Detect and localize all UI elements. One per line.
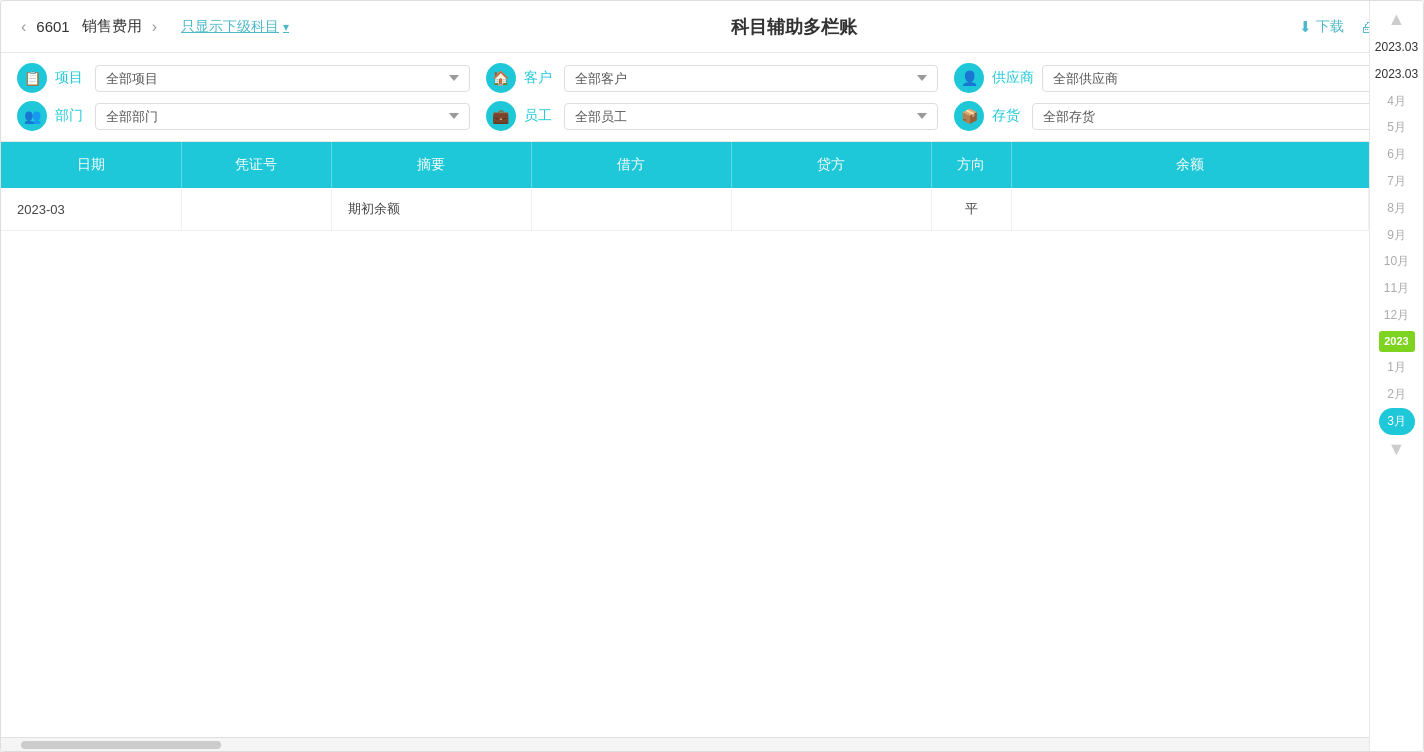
download-icon: ⬇	[1299, 18, 1312, 36]
supplier-icon: 👤	[954, 63, 984, 93]
account-name: 销售费用	[82, 17, 142, 36]
supplier-label: 供应商	[992, 69, 1034, 87]
timeline-month-8[interactable]: 8月	[1370, 195, 1423, 222]
timeline-month-7[interactable]: 7月	[1370, 168, 1423, 195]
timeline-month-6[interactable]: 6月	[1370, 141, 1423, 168]
timeline-month-5[interactable]: 5月	[1370, 114, 1423, 141]
inventory-icon: 📦	[954, 101, 984, 131]
page-title: 科目辅助多栏账	[289, 15, 1299, 39]
dept-select[interactable]: 全部部门	[95, 103, 470, 130]
download-button[interactable]: ⬇ 下载	[1299, 18, 1344, 36]
scroll-thumb[interactable]	[21, 741, 221, 749]
timeline-month-12[interactable]: 12月	[1370, 302, 1423, 329]
col-date: 日期	[1, 142, 181, 188]
horizontal-scrollbar[interactable]	[1, 737, 1369, 751]
timeline-sidebar: ▲ 2023.03 2023.03 4月 5月 6月 7月 8月 9月 10月 …	[1369, 1, 1423, 752]
customer-icon: 🏠	[486, 63, 516, 93]
employee-icon: 💼	[486, 101, 516, 131]
customer-label: 客户	[524, 69, 556, 87]
project-select[interactable]: 全部项目	[95, 65, 470, 92]
timeline-month-4[interactable]: 4月	[1370, 88, 1423, 115]
ledger-table: 日期 凭证号 摘要 借方 贷方 方向 余额 2023-03期初余额平	[1, 142, 1369, 231]
timeline-month-1[interactable]: 1月	[1370, 354, 1423, 381]
col-voucher: 凭证号	[181, 142, 331, 188]
timeline-down-button[interactable]: ▼	[1370, 435, 1423, 464]
filter-inventory: 📦 存货 全部存货	[954, 101, 1407, 131]
col-direction: 方向	[931, 142, 1011, 188]
col-debit: 借方	[531, 142, 731, 188]
timeline-month-3-active[interactable]: 3月	[1379, 408, 1415, 435]
nav-next-button[interactable]: ›	[148, 18, 161, 36]
show-sub-label: 只显示下级科目	[181, 18, 279, 36]
timeline-month-9[interactable]: 9月	[1370, 222, 1423, 249]
project-icon: 📋	[17, 63, 47, 93]
top-bar: ‹ 6601 销售费用 › 只显示下级科目 ▾ 科目辅助多栏账 ⬇ 下载 🖨 打…	[1, 1, 1423, 53]
timeline-up-button[interactable]: ▲	[1370, 5, 1423, 34]
project-label: 项目	[55, 69, 87, 87]
dept-icon: 👥	[17, 101, 47, 131]
timeline-month-2[interactable]: 2月	[1370, 381, 1423, 408]
filter-dept: 👥 部门 全部部门	[17, 101, 470, 131]
show-sub-button[interactable]: 只显示下级科目 ▾	[181, 18, 289, 36]
supplier-select[interactable]: 全部供应商	[1042, 65, 1407, 92]
dept-label: 部门	[55, 107, 87, 125]
filter-customer: 🏠 客户 全部客户	[486, 63, 939, 93]
col-balance: 余额	[1011, 142, 1369, 188]
timeline-period-1[interactable]: 2023.03	[1370, 34, 1423, 61]
main-window: ‹ 6601 销售费用 › 只显示下级科目 ▾ 科目辅助多栏账 ⬇ 下载 🖨 打…	[0, 0, 1424, 752]
table-wrapper: 日期 凭证号 摘要 借方 贷方 方向 余额 2023-03期初余额平	[1, 142, 1369, 737]
filter-supplier: 👤 供应商 全部供应商	[954, 63, 1407, 93]
timeline-period-2[interactable]: 2023.03	[1370, 61, 1423, 88]
filter-employee: 💼 员工 全部员工	[486, 101, 939, 131]
download-label: 下载	[1316, 18, 1344, 36]
inventory-label: 存货	[992, 107, 1024, 125]
timeline-month-11[interactable]: 11月	[1370, 275, 1423, 302]
timeline-year-2023[interactable]: 2023	[1379, 331, 1415, 352]
timeline-month-10[interactable]: 10月	[1370, 248, 1423, 275]
customer-select[interactable]: 全部客户	[564, 65, 939, 92]
table-row[interactable]: 2023-03期初余额平	[1, 188, 1369, 231]
account-code: 6601	[36, 18, 69, 35]
col-summary: 摘要	[331, 142, 531, 188]
col-credit: 贷方	[731, 142, 931, 188]
employee-select[interactable]: 全部员工	[564, 103, 939, 130]
filter-project: 📋 项目 全部项目	[17, 63, 470, 93]
filter-bar: 📋 项目 全部项目 🏠 客户 全部客户 👤 供应商 全部供应商 👥 部门 全	[1, 53, 1423, 142]
employee-label: 员工	[524, 107, 556, 125]
inventory-select[interactable]: 全部存货	[1032, 103, 1407, 130]
nav-prev-button[interactable]: ‹	[17, 18, 30, 36]
